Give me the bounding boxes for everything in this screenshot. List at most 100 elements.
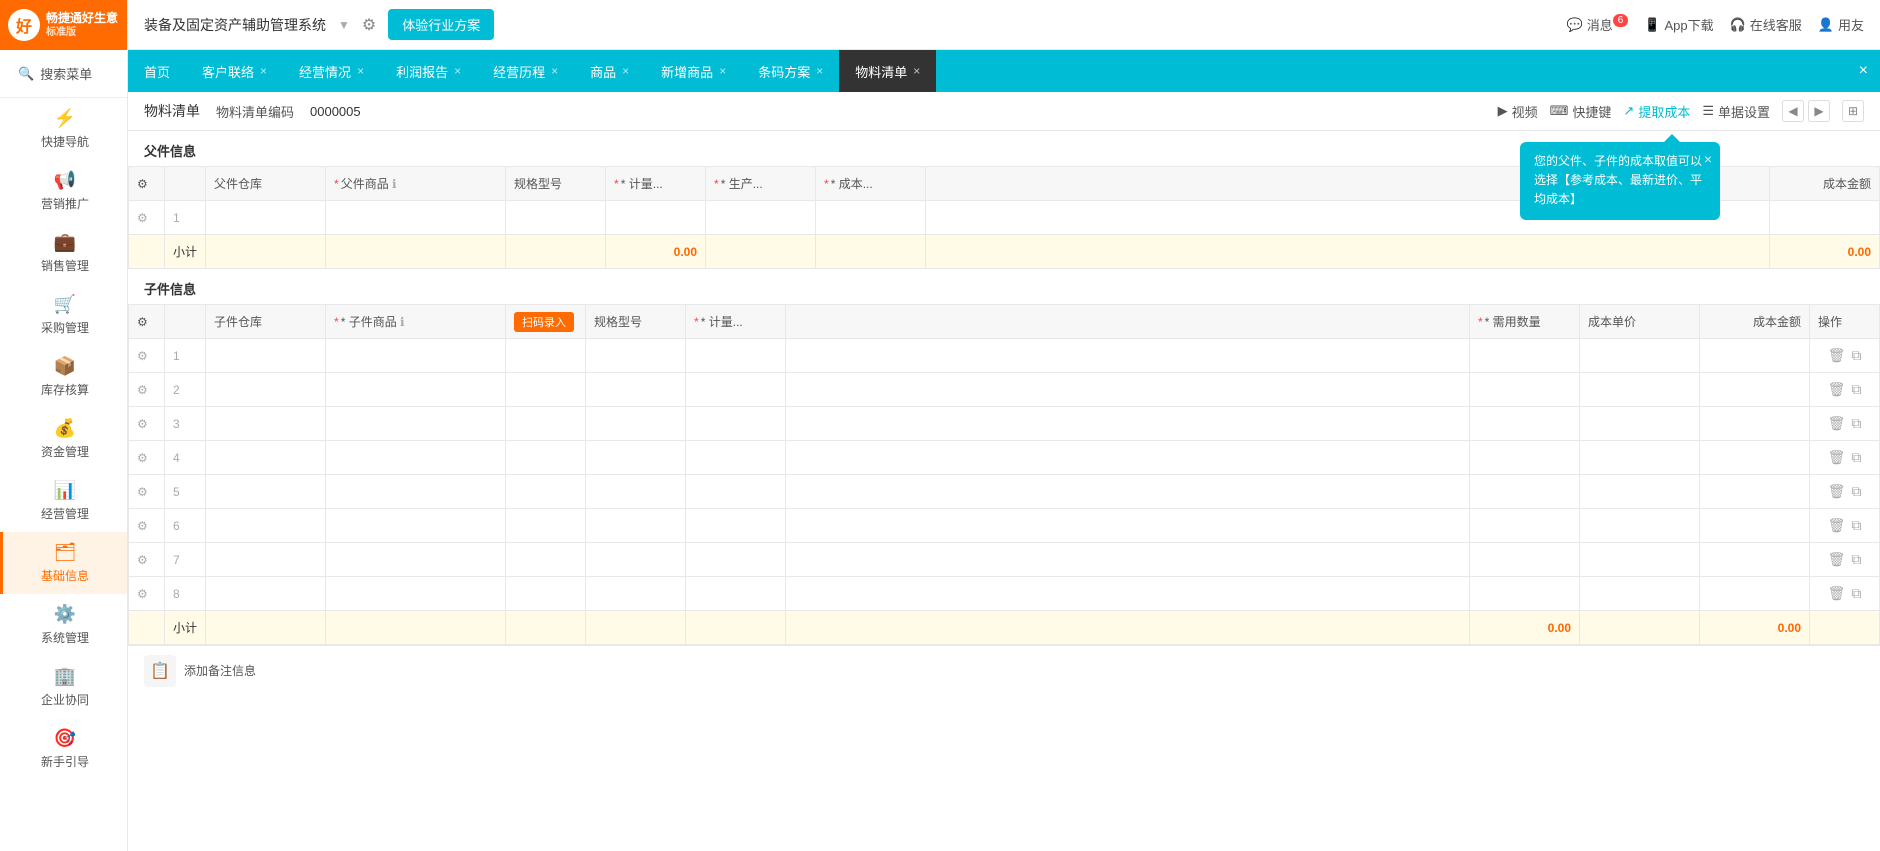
child-row-settings[interactable]: ⚙: [129, 339, 165, 373]
tab-bom[interactable]: 物料清单 ×: [839, 50, 936, 92]
tab-customer[interactable]: 客户联络 ×: [186, 50, 283, 92]
parent-spec-cell[interactable]: [506, 201, 606, 235]
tab-products-close[interactable]: ×: [622, 64, 629, 78]
scan-button[interactable]: 扫码录入: [514, 312, 574, 332]
tab-ops-close[interactable]: ×: [357, 64, 364, 78]
tab-history[interactable]: 经营历程 ×: [477, 50, 574, 92]
copy-icon[interactable]: ⧉: [1851, 585, 1861, 602]
child-row-settings[interactable]: ⚙: [129, 475, 165, 509]
copy-icon[interactable]: ⧉: [1851, 449, 1861, 466]
child-unit-cell[interactable]: [686, 543, 786, 577]
parent-warehouse-cell[interactable]: [206, 201, 326, 235]
app-download-button[interactable]: 📱 App下载: [1644, 15, 1713, 34]
child-spec-cell[interactable]: [586, 543, 686, 577]
child-spec-cell[interactable]: [586, 475, 686, 509]
notes-icon[interactable]: 📋: [144, 655, 176, 687]
child-row-settings[interactable]: ⚙: [129, 407, 165, 441]
child-unit-cost-cell[interactable]: [1580, 577, 1700, 611]
video-button[interactable]: ▶ 视频: [1498, 102, 1538, 121]
child-unit-cost-cell[interactable]: [1580, 339, 1700, 373]
copy-icon[interactable]: ⧉: [1851, 551, 1861, 568]
tab-operations[interactable]: 经营情况 ×: [283, 50, 380, 92]
online-service-button[interactable]: 🎧 在线客服: [1730, 15, 1802, 34]
child-product-cell[interactable]: [326, 373, 506, 407]
sidebar-item-guide[interactable]: 🎯 新手引导: [0, 718, 127, 780]
child-qty-cell[interactable]: [1470, 543, 1580, 577]
parent-row-settings[interactable]: ⚙: [129, 201, 165, 235]
tooltip-close[interactable]: ×: [1704, 148, 1712, 170]
child-product-cell[interactable]: [326, 475, 506, 509]
copy-icon[interactable]: ⧉: [1851, 415, 1861, 432]
sidebar-item-operations[interactable]: 📊 经营管理: [0, 470, 127, 532]
child-qty-cell[interactable]: [1470, 339, 1580, 373]
child-warehouse-cell[interactable]: [206, 441, 326, 475]
child-product-cell[interactable]: [326, 543, 506, 577]
copy-icon[interactable]: ⧉: [1851, 483, 1861, 500]
tab-home[interactable]: 首页: [128, 50, 186, 92]
child-warehouse-cell[interactable]: [206, 543, 326, 577]
delete-icon[interactable]: 🗑: [1828, 415, 1846, 432]
system-dropdown-arrow[interactable]: ▼: [338, 18, 350, 32]
child-unit-cost-cell[interactable]: [1580, 543, 1700, 577]
child-spec-cell[interactable]: [586, 373, 686, 407]
tab-history-close[interactable]: ×: [551, 64, 558, 78]
child-spec-cell[interactable]: [586, 509, 686, 543]
child-unit-cost-cell[interactable]: [1580, 441, 1700, 475]
child-unit-cost-cell[interactable]: [1580, 407, 1700, 441]
tab-barcode[interactable]: 条码方案 ×: [742, 50, 839, 92]
child-row-settings[interactable]: ⚙: [129, 441, 165, 475]
tab-profit-close[interactable]: ×: [454, 64, 461, 78]
child-warehouse-cell[interactable]: [206, 339, 326, 373]
parent-product-cell[interactable]: [326, 201, 506, 235]
child-warehouse-cell[interactable]: [206, 509, 326, 543]
sidebar-item-quicknav[interactable]: ⚡ 快捷导航: [0, 98, 127, 160]
shortcut-button[interactable]: ⌨ 快捷键: [1550, 102, 1612, 121]
sidebar-item-purchase[interactable]: 🛒 采购管理: [0, 284, 127, 346]
delete-icon[interactable]: 🗑: [1828, 449, 1846, 466]
sidebar-item-inventory[interactable]: 📦 库存核算: [0, 346, 127, 408]
copy-icon[interactable]: ⧉: [1851, 347, 1861, 364]
child-unit-cost-cell[interactable]: [1580, 509, 1700, 543]
parent-unit-cell[interactable]: [606, 201, 706, 235]
tab-barcode-close[interactable]: ×: [816, 64, 823, 78]
child-warehouse-cell[interactable]: [206, 577, 326, 611]
gear-icon[interactable]: ⚙: [362, 15, 376, 35]
child-product-cell[interactable]: [326, 407, 506, 441]
tab-bom-close[interactable]: ×: [913, 64, 920, 78]
delete-icon[interactable]: 🗑: [1828, 483, 1846, 500]
tab-products[interactable]: 商品 ×: [574, 50, 645, 92]
child-product-cell[interactable]: [326, 441, 506, 475]
close-all-tabs[interactable]: ×: [1847, 62, 1880, 80]
child-product-cell[interactable]: [326, 577, 506, 611]
user-button[interactable]: 👤 用友: [1818, 15, 1864, 34]
child-spec-cell[interactable]: [586, 339, 686, 373]
child-warehouse-cell[interactable]: [206, 475, 326, 509]
parent-col-settings[interactable]: ⚙: [129, 167, 165, 201]
tab-customer-close[interactable]: ×: [260, 64, 267, 78]
child-spec-cell[interactable]: [586, 441, 686, 475]
child-unit-cell[interactable]: [686, 441, 786, 475]
copy-icon[interactable]: ⧉: [1851, 517, 1861, 534]
message-button[interactable]: 💬 消息 6: [1567, 15, 1629, 34]
search-button[interactable]: 🔍 搜索菜单: [8, 58, 119, 89]
child-row-settings[interactable]: ⚙: [129, 509, 165, 543]
expand-icon[interactable]: ⊞: [1842, 100, 1864, 122]
child-row-settings[interactable]: ⚙: [129, 577, 165, 611]
parent-production-cell[interactable]: [706, 201, 816, 235]
parent-cost-cell[interactable]: [816, 201, 926, 235]
delete-icon[interactable]: 🗑: [1828, 517, 1846, 534]
child-unit-cell[interactable]: [686, 509, 786, 543]
child-row-settings[interactable]: ⚙: [129, 543, 165, 577]
child-unit-cell[interactable]: [686, 475, 786, 509]
delete-icon[interactable]: 🗑: [1828, 585, 1846, 602]
child-warehouse-cell[interactable]: [206, 373, 326, 407]
child-unit-cell[interactable]: [686, 577, 786, 611]
child-spec-cell[interactable]: [586, 407, 686, 441]
child-row-settings[interactable]: ⚙: [129, 373, 165, 407]
child-qty-cell[interactable]: [1470, 441, 1580, 475]
child-product-cell[interactable]: [326, 509, 506, 543]
sidebar-item-system[interactable]: ⚙️ 系统管理: [0, 594, 127, 656]
prev-arrow[interactable]: ◀: [1782, 100, 1804, 122]
child-qty-cell[interactable]: [1470, 475, 1580, 509]
child-unit-cell[interactable]: [686, 407, 786, 441]
